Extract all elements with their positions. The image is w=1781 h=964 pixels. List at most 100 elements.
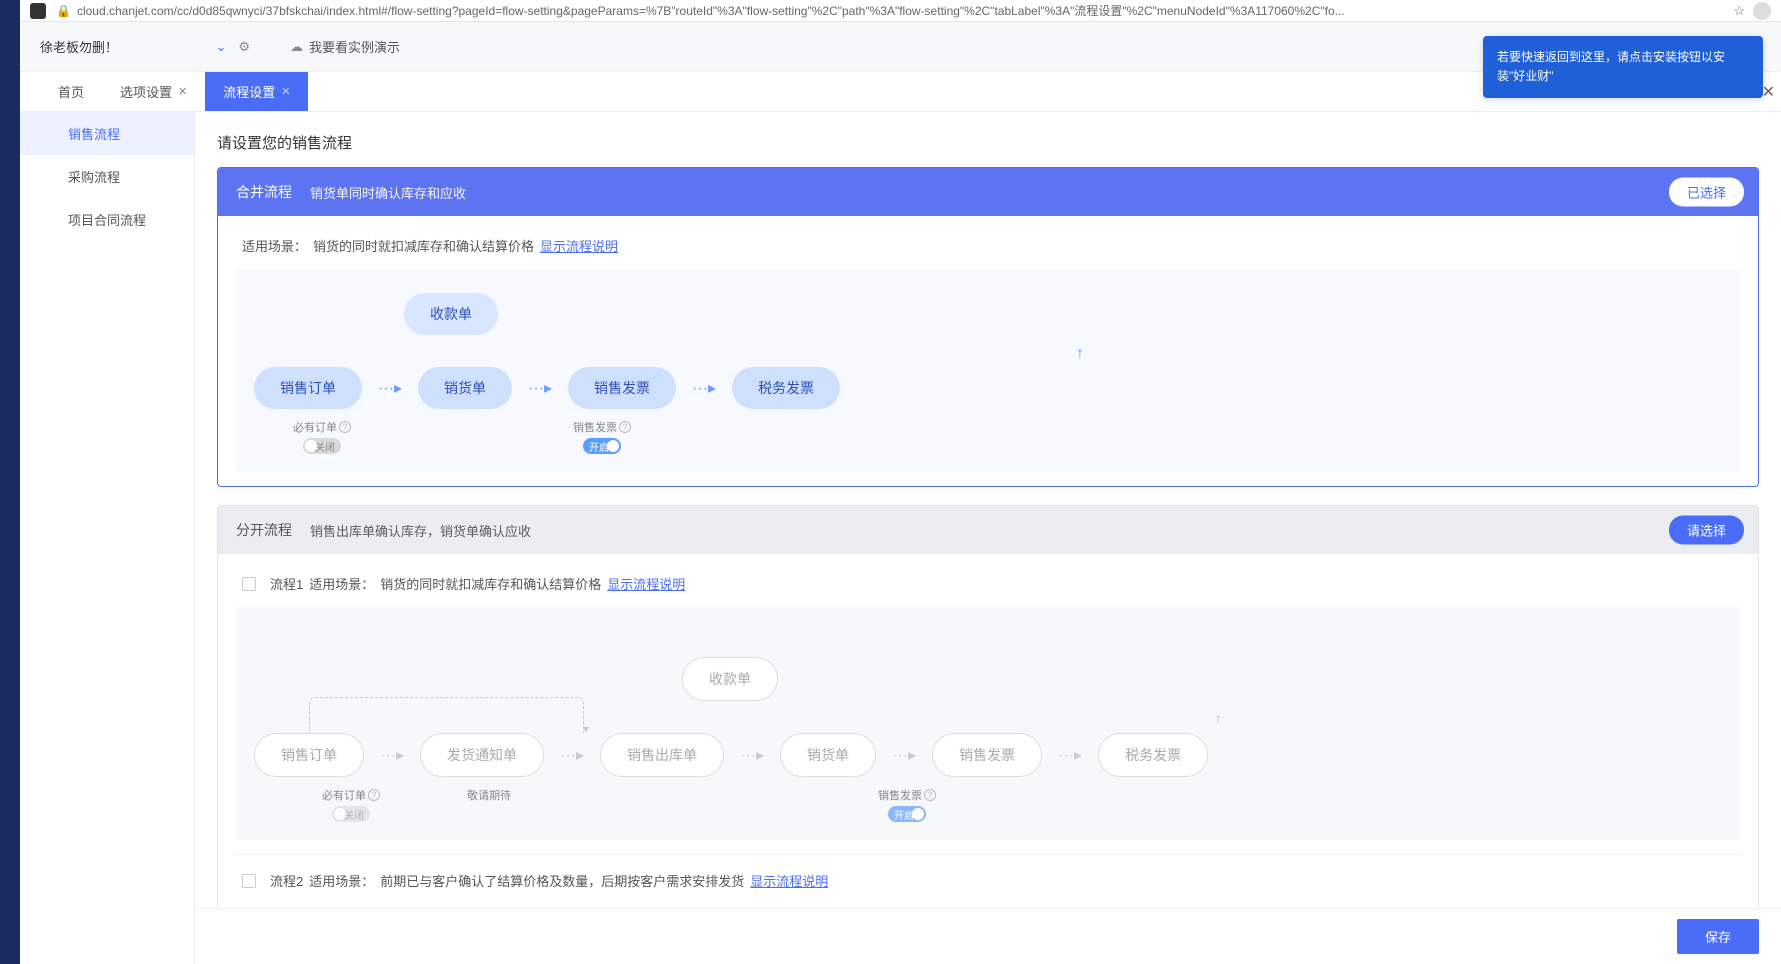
node-tax: 税务发票 [1098,733,1208,777]
arrow-right-icon: ···▸ [740,745,764,765]
flow1-diagram: 收款单 ↑ 销售订单 ···▸ 发货通知单 ···▸ 销售出库单 ···▸ 销货… [236,607,1740,840]
scenario-text: 销货的同时就扣减库存和确认结算价格 [380,574,601,593]
meta-invoice: 销售发票? 开启 [562,419,642,454]
org-selector[interactable]: 徐老板勿删！ ⌄ ⚙ [40,37,250,56]
arrow-right-icon: ···▸ [528,378,552,398]
url-actions: ☆ [1733,2,1771,20]
node-receipt: 收款单 [404,293,498,335]
merged-header: 合并流程 销货单同时确认库存和应收 已选择 [218,168,1758,216]
show-flow-link[interactable]: 显示流程说明 [750,871,828,890]
merged-diagram: 收款单 ↑ 销售订单 ···▸ 销货单 ···▸ 销售发票 ···▸ 税务发票 [236,269,1740,472]
tab-home[interactable]: 首页 [40,72,102,111]
flow2-checkbox[interactable] [242,874,256,888]
lock-icon: 🔒 [56,4,71,18]
scenario-row: 适用场景： 销货的同时就扣减库存和确认结算价格 显示流程说明 [236,230,1740,269]
arrow-right-icon: ···▸ [378,378,402,398]
sidebar-item-sales[interactable]: 销售流程 [20,112,194,155]
node-sales: 销货单 [418,367,512,409]
main: 销售流程 采购流程 项目合同流程 请设置您的销售流程 合并流程 销货单同时确认库… [20,112,1781,964]
arrow-right-icon: ···▸ [692,378,716,398]
gear-icon[interactable]: ⚙ [238,39,250,55]
org-name: 徐老板勿删！ [40,37,118,56]
tab-label: 流程设置 [223,82,275,101]
tab-label: 首页 [58,82,84,101]
star-icon[interactable]: ☆ [1733,3,1745,19]
demo-text: 我要看实例演示 [309,37,400,56]
sidebar-item-contract[interactable]: 项目合同流程 [20,198,194,241]
save-button[interactable]: 保存 [1677,919,1759,954]
flow2-name: 流程2 [270,871,303,890]
node-invoice: 销售发票 [568,367,676,409]
sidebar-item-purchase[interactable]: 采购流程 [20,155,194,198]
order-toggle[interactable]: 关闭 [332,806,370,822]
sidebar: 销售流程 采购流程 项目合同流程 [20,112,195,964]
select-button[interactable]: 请选择 [1669,516,1744,545]
url-bar: 🔒 cloud.chanjet.com/cc/d0d85qwnyci/37bfs… [20,0,1781,22]
arrow-right-icon: ···▸ [560,745,584,765]
url-text: cloud.chanjet.com/cc/d0d85qwnyci/37bfskc… [77,2,1725,19]
split-flow-card: 分开流程 销售出库单确认库存，销货单确认应收 请选择 流程1 适用场景： 销货的… [217,505,1759,915]
flow1-checkbox[interactable] [242,577,256,591]
merged-body: 适用场景： 销货的同时就扣减库存和确认结算价格 显示流程说明 收款单 ↑ 销售订… [218,216,1758,472]
close-icon[interactable]: ✕ [281,85,290,98]
flow1-scenario: 流程1 适用场景： 销货的同时就扣减库存和确认结算价格 显示流程说明 [236,568,1740,607]
dashed-arrow [309,697,584,733]
merged-title: 合并流程 [236,182,292,202]
node-outbound: 销售出库单 [600,733,724,777]
help-icon[interactable]: ? [619,421,631,433]
merged-subtitle: 销货单同时确认库存和应收 [310,183,466,202]
flow1-name: 流程1 [270,574,303,593]
content: 请设置您的销售流程 合并流程 销货单同时确认库存和应收 已选择 适用场景： 销货… [195,112,1781,964]
node-tax: 税务发票 [732,367,840,409]
node-order: 销售订单 [254,733,364,777]
close-icon[interactable]: ✕ [178,85,187,98]
node-invoice: 销售发票 [932,733,1042,777]
page-title: 请设置您的销售流程 [217,132,1759,153]
split-body: 流程1 适用场景： 销货的同时就扣减库存和确认结算价格 显示流程说明 收款单 ↑… [218,554,1758,914]
arrow-right-icon: ···▸ [1058,745,1082,765]
scenario-label: 适用场景： [309,871,374,890]
site-icon [30,3,46,19]
install-notification: 若要快速返回到这里，请点击安装按钮以安装"好业财" [1483,36,1763,98]
merged-flow-card: 合并流程 销货单同时确认库存和应收 已选择 适用场景： 销货的同时就扣减库存和确… [217,167,1759,487]
arrow-right-icon: ···▸ [892,745,916,765]
meta-order: 必有订单? 关闭 [282,419,362,454]
invoice-toggle[interactable]: 开启 [888,806,926,822]
cloud-icon: ☁ [290,39,303,55]
arrow-up-icon: ↑ [714,711,1722,729]
meta-invoice: 销售发票? 开启 [838,787,976,822]
arrow-up-icon: ↑ [438,345,1722,363]
show-flow-link[interactable]: 显示流程说明 [540,236,618,255]
help-icon[interactable]: ? [924,789,936,801]
scenario-label: 适用场景： [309,574,374,593]
scenario-text: 销货的同时就扣减库存和确认结算价格 [313,236,534,255]
invoice-toggle[interactable]: 开启 [583,438,621,454]
scenario-label: 适用场景： [242,236,307,255]
split-title: 分开流程 [236,520,292,540]
selected-button[interactable]: 已选择 [1669,178,1744,207]
split-subtitle: 销售出库单确认库存，销货单确认应收 [310,521,531,540]
tab-label: 选项设置 [120,82,172,101]
tab-options[interactable]: 选项设置 ✕ [102,72,205,111]
footer: 保存 [195,908,1781,964]
avatar-icon[interactable] [1753,2,1771,20]
scenario-text: 前期已与客户确认了结算价格及数量，后期按客户需求安排发货 [380,871,744,890]
notif-text: 若要快速返回到这里，请点击安装按钮以安装"好业财" [1497,50,1725,83]
tab-flow-settings[interactable]: 流程设置 ✕ [205,72,308,111]
node-order: 销售订单 [254,367,362,409]
help-icon[interactable]: ? [368,789,380,801]
split-header: 分开流程 销售出库单确认库存，销货单确认应收 请选择 [218,506,1758,554]
close-icon[interactable]: ✕ [1762,82,1775,102]
meta-order: 必有订单? 关闭 [282,787,420,822]
meta-notice: 敬请期待 [420,787,558,822]
chevron-down-icon: ⌄ [215,39,226,55]
arrow-right-icon: ···▸ [380,745,404,765]
flow2-scenario: 流程2 适用场景： 前期已与客户确认了结算价格及数量，后期按客户需求安排发货 显… [236,865,1740,914]
show-flow-link[interactable]: 显示流程说明 [607,574,685,593]
help-icon[interactable]: ? [339,421,351,433]
demo-link[interactable]: ☁ 我要看实例演示 [290,37,400,56]
node-notice: 发货通知单 [420,733,544,777]
order-toggle[interactable]: 关闭 [303,438,341,454]
node-sales: 销货单 [780,733,876,777]
header: 徐老板勿删！ ⌄ ⚙ ☁ 我要看实例演示 若要快速返回到这里，请点击安装按钮以安… [20,22,1781,72]
